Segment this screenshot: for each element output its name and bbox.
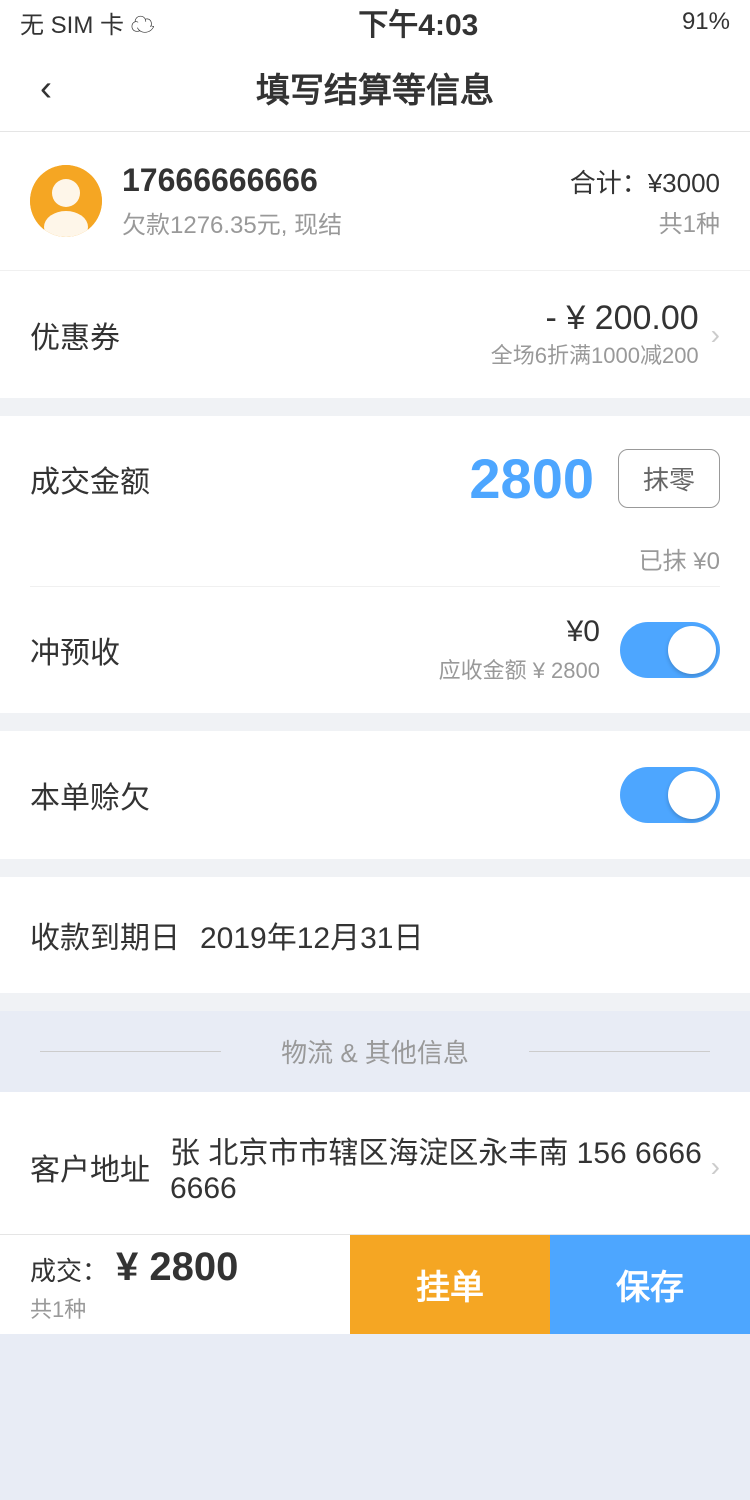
duedate-row: 收款到期日 2019年12月31日 [30,877,720,993]
credit-section: 本单赊欠 [0,731,750,859]
duedate-section: 收款到期日 2019年12月31日 [0,877,750,993]
back-button[interactable]: ‹ [30,57,62,119]
precharge-right: ¥0 应收金额 ¥ 2800 [439,615,720,685]
credit-toggle[interactable] [620,767,720,823]
status-left: 无 SIM 卡 ☁ [20,5,155,40]
chevron-right-icon: › [711,1151,720,1183]
address-section: 客户地址 张 北京市市辖区海淀区永丰南 156 6666 6666 › [0,1092,750,1242]
total-label: 合计：¥3000 [570,163,720,200]
deal-right: 2800 抹零 [469,446,720,511]
address-label: 客户地址 [30,1145,150,1189]
round-button[interactable]: 抹零 [618,449,720,508]
deal-sub: 已抹 ¥0 [30,541,720,586]
bottom-count: 共1种 [30,1292,320,1324]
chevron-right-icon: › [711,319,720,351]
precharge-toggle[interactable] [620,622,720,678]
battery-label: 91% [682,8,730,36]
divider-line: 物流 & 其他信息 [0,1033,750,1070]
avatar [30,165,102,237]
status-time: 下午4:03 [358,0,478,44]
total-count: 共1种 [570,204,720,239]
customer-phone: 17666666666 [122,162,342,199]
customer-left: 17666666666 欠款1276.35元, 现结 [30,162,342,240]
coupon-label: 优惠券 [30,313,120,357]
bottom-deal-amount: ¥ 2800 [116,1245,238,1290]
credit-label: 本单赊欠 [30,773,150,817]
address-value: 张 北京市市辖区海淀区永丰南 156 6666 6666 [170,1128,711,1206]
precharge-row: 冲预收 ¥0 应收金额 ¥ 2800 [30,586,720,713]
deal-section: 成交金额 2800 抹零 已抹 ¥0 冲预收 ¥0 应收金额 ¥ 2800 [0,416,750,713]
credit-row: 本单赊欠 [30,731,720,859]
precharge-amount-col: ¥0 应收金额 ¥ 2800 [439,615,600,685]
customer-section: 17666666666 欠款1276.35元, 现结 合计：¥3000 共1种 … [0,132,750,398]
coupon-desc: 全场6折满1000减200 [491,338,699,370]
divider-section: 物流 & 其他信息 [0,1011,750,1092]
sim-label: 无 SIM 卡 ☁ [20,5,155,40]
bottom-deal-label: 成交： [30,1251,108,1288]
bottom-deal-row: 成交： ¥ 2800 [30,1245,320,1290]
customer-row: 17666666666 欠款1276.35元, 现结 合计：¥3000 共1种 [0,132,750,270]
deal-amount: 2800 [469,446,594,511]
duedate-value: 2019年12月31日 [200,913,423,957]
coupon-discount: - ¥ 200.00 [491,299,699,338]
status-bar: 无 SIM 卡 ☁ 下午4:03 91% [0,0,750,44]
coupon-right: - ¥ 200.00 全场6折满1000减200 › [491,299,720,370]
customer-info: 17666666666 欠款1276.35元, 现结 [122,162,342,240]
page-title: 填写结算等信息 [256,63,494,112]
customer-right: 合计：¥3000 共1种 [570,163,720,239]
duedate-label: 收款到期日 [30,913,180,957]
precharge-label: 冲预收 [30,628,120,672]
hang-button[interactable]: 挂单 [350,1235,550,1334]
bottom-info: 成交： ¥ 2800 共1种 [0,1235,350,1334]
save-button[interactable]: 保存 [550,1235,750,1334]
coupon-row[interactable]: 优惠券 - ¥ 200.00 全场6折满1000减200 › [0,270,750,398]
divider-text: 物流 & 其他信息 [281,1033,469,1070]
precharge-amount: ¥0 [439,615,600,649]
customer-debt: 欠款1276.35元, 现结 [122,205,342,240]
bottom-bar: 成交： ¥ 2800 共1种 挂单 保存 [0,1234,750,1334]
status-right: 91% [682,8,730,36]
nav-bar: ‹ 填写结算等信息 [0,44,750,132]
deal-label: 成交金额 [30,457,150,501]
precharge-sub: 应收金额 ¥ 2800 [439,653,600,685]
deal-row: 成交金额 2800 抹零 [30,416,720,541]
address-row[interactable]: 客户地址 张 北京市市辖区海淀区永丰南 156 6666 6666 › [30,1092,720,1242]
